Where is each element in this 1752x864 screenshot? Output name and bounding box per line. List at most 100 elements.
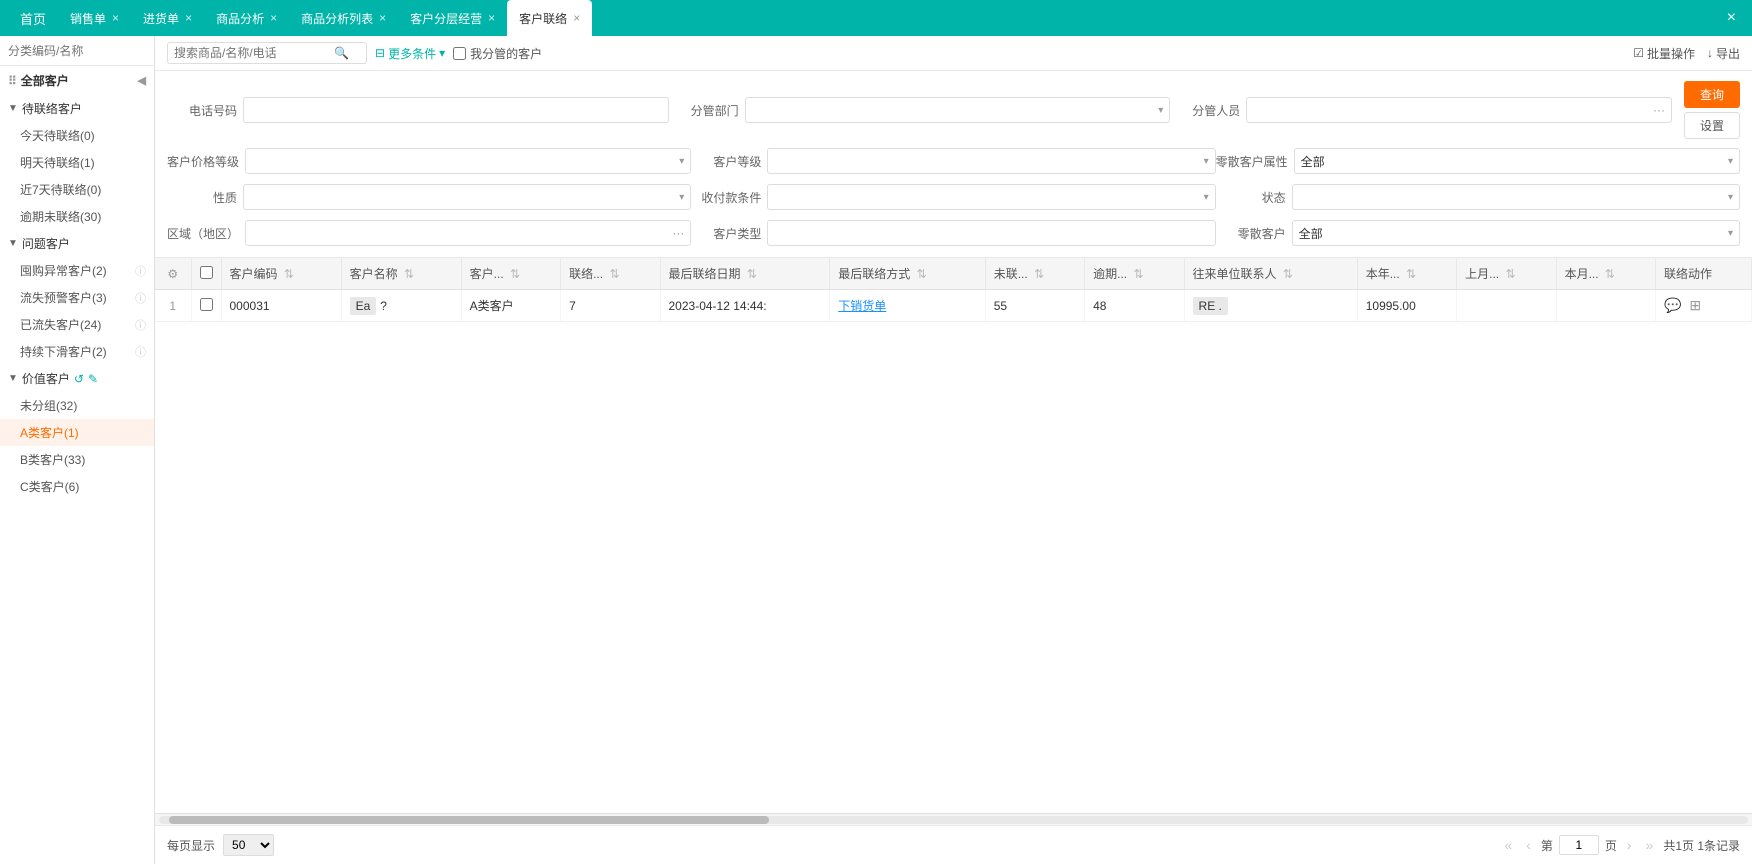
th-overdue[interactable]: 逾期... ⇅ — [1085, 258, 1184, 290]
th-name[interactable]: 客户名称 ⇅ — [341, 258, 461, 290]
search-submit-icon[interactable]: 🔍 — [334, 46, 349, 60]
nav-purchase[interactable]: 进货单 × — [131, 0, 204, 36]
sidebar-item-tomorrow-contact[interactable]: 明天待联络(1) — [0, 149, 154, 176]
last-page-button[interactable]: » — [1642, 835, 1658, 855]
sidebar-item-hoard-abnormal[interactable]: 囤购异常客户(2) ⓘ — [0, 257, 154, 284]
chat-icon[interactable]: 💬 — [1664, 297, 1681, 314]
row-this-month — [1556, 290, 1655, 322]
filter-actions: 查询 设置 — [1684, 81, 1740, 139]
top-nav: 首页 销售单 × 进货单 × 商品分析 × 商品分析列表 × 客户分层经营 × … — [0, 0, 1752, 36]
nature-select[interactable]: ▾ — [243, 184, 691, 210]
payment-select[interactable]: ▾ — [767, 184, 1215, 210]
settings-button[interactable]: 设置 — [1684, 112, 1740, 139]
per-page-select[interactable]: 50 100 200 — [223, 834, 274, 856]
page-number-input[interactable] — [1559, 835, 1599, 855]
nav-customer-tier[interactable]: 客户分层经营 × — [398, 0, 507, 36]
more-filter-button[interactable]: ⊟ 更多条件 ▾ — [375, 45, 445, 62]
horizontal-scrollbar[interactable] — [155, 813, 1752, 825]
customer-level-select[interactable]: ▾ — [767, 148, 1215, 174]
nav-goods-analysis[interactable]: 商品分析 × — [204, 0, 289, 36]
sidebar-item-overdue-contact[interactable]: 逾期未联络(30) — [0, 203, 154, 230]
field-customer-type: 客户类型 — [691, 219, 1215, 247]
prev-page-button[interactable]: ‹ — [1522, 835, 1535, 855]
select-all-checkbox[interactable] — [200, 266, 213, 279]
refresh-icon[interactable]: ↺ — [74, 372, 84, 386]
qr-icon[interactable]: ⊞ — [1689, 297, 1701, 314]
sidebar-search-input[interactable] — [8, 44, 155, 58]
field-scatter: 零散客户 全部 ▾ — [1216, 219, 1740, 247]
my-customer-checkbox[interactable] — [453, 47, 466, 60]
scatter-attr-select[interactable]: 全部 ▾ — [1294, 148, 1740, 174]
row-code: 000031 — [221, 290, 341, 322]
th-code[interactable]: 客户编码 ⇅ — [221, 258, 341, 290]
scrollbar-thumb[interactable] — [169, 816, 769, 824]
th-this-month[interactable]: 本月... ⇅ — [1556, 258, 1655, 290]
my-customer-checkbox-area: 我分管的客户 — [453, 45, 542, 62]
th-no-days[interactable]: 未联... ⇅ — [985, 258, 1084, 290]
field-status: 状态 ▾ — [1216, 183, 1740, 211]
first-page-button[interactable]: « — [1500, 835, 1516, 855]
nav-sales[interactable]: 销售单 × — [58, 0, 131, 36]
close-sales-tab[interactable]: × — [112, 11, 119, 25]
sidebar-item-class-b[interactable]: B类客户(33) — [0, 446, 154, 473]
all-customers-header[interactable]: ⠿ 全部客户 ◀ — [0, 66, 154, 95]
row-name: Ea? — [341, 290, 461, 322]
sidebar-item-churn-warning[interactable]: 流失预警客户(3) ⓘ — [0, 284, 154, 311]
close-purchase-tab[interactable]: × — [185, 11, 192, 25]
nav-home[interactable]: 首页 — [8, 0, 58, 36]
field-phone: 电话号码 — [167, 96, 669, 124]
table-row: 1 000031 Ea? A类客户 7 2023-04-12 14:44: — [155, 290, 1752, 322]
sidebar-item-class-a[interactable]: A类客户(1) — [0, 419, 154, 446]
batch-op-button[interactable]: ☑ 批量操作 — [1633, 45, 1695, 62]
sidebar-item-declining[interactable]: 持续下滑客户(2) ⓘ — [0, 338, 154, 365]
sidebar-item-today-contact[interactable]: 今天待联络(0) — [0, 122, 154, 149]
th-this-year[interactable]: 本年... ⇅ — [1357, 258, 1456, 290]
sidebar-item-7days-contact[interactable]: 近7天待联络(0) — [0, 176, 154, 203]
customer-type-input[interactable] — [767, 220, 1215, 246]
sidebar-search-area: 🔍 — [0, 36, 154, 66]
close-goods-list-tab[interactable]: × — [379, 11, 386, 25]
sidebar-item-churned[interactable]: 已流失客户(24) ⓘ — [0, 311, 154, 338]
th-contact-person[interactable]: 往来单位联系人 ⇅ — [1184, 258, 1357, 290]
phone-input[interactable] — [243, 97, 669, 123]
last-method-link[interactable]: 下销货单 — [838, 299, 886, 313]
group-problem-customers[interactable]: ▼ 问题客户 — [0, 230, 154, 257]
row-checkbox[interactable] — [200, 298, 213, 311]
filter-panel: 电话号码 分管部门 ▾ 分管人员 — [155, 71, 1752, 258]
sidebar-item-class-c[interactable]: C类客户(6) — [0, 473, 154, 500]
filter-arrow-icon: ▾ — [439, 46, 445, 60]
th-last-month[interactable]: 上月... ⇅ — [1457, 258, 1556, 290]
th-gear[interactable]: ⚙ — [155, 258, 191, 290]
field-manager: 分管人员 ··· — [1170, 96, 1672, 124]
manager-select[interactable]: ··· — [1246, 97, 1672, 123]
close-goods-tab[interactable]: × — [270, 11, 277, 25]
th-last-method[interactable]: 最后联络方式 ⇅ — [830, 258, 985, 290]
close-customer-tier-tab[interactable]: × — [488, 11, 495, 25]
nav-goods-list[interactable]: 商品分析列表 × — [289, 0, 398, 36]
window-close-button[interactable]: × — [1719, 9, 1744, 27]
status-select[interactable]: ▾ — [1292, 184, 1740, 210]
th-contact[interactable]: 联络... ⇅ — [561, 258, 660, 290]
export-icon: ↓ — [1707, 46, 1713, 60]
price-level-select[interactable]: ▾ — [245, 148, 691, 174]
nav-customer-contact[interactable]: 客户联络 × — [507, 0, 592, 36]
footer-right: « ‹ 第 页 › » 共1页 1条记录 — [1500, 835, 1740, 855]
close-customer-contact-tab[interactable]: × — [573, 11, 580, 25]
th-level[interactable]: 客户... ⇅ — [461, 258, 560, 290]
group-value-customers[interactable]: ▼ 价值客户 ↺ ✎ — [0, 365, 154, 392]
region-select[interactable]: ··· — [245, 220, 691, 246]
next-page-button[interactable]: › — [1623, 835, 1636, 855]
filter-row-3: 性质 ▾ 收付款条件 ▾ 状态 — [167, 183, 1740, 211]
scatter-select[interactable]: 全部 ▾ — [1292, 220, 1740, 246]
sidebar-item-unclassified[interactable]: 未分组(32) — [0, 392, 154, 419]
th-last-date[interactable]: 最后联络日期 ⇅ — [660, 258, 830, 290]
edit-icon[interactable]: ✎ — [88, 372, 98, 386]
row-overdue: 48 — [1085, 290, 1184, 322]
group-waiting-contact[interactable]: ▼ 待联络客户 — [0, 95, 154, 122]
dept-select[interactable]: ▾ — [745, 97, 1171, 123]
page-label-pre: 第 — [1541, 837, 1553, 854]
search-input[interactable] — [174, 46, 334, 60]
export-button[interactable]: ↓ 导出 — [1707, 45, 1740, 62]
table-footer: 每页显示 50 100 200 « ‹ 第 页 › » 共1页 1条记录 — [155, 825, 1752, 864]
query-button[interactable]: 查询 — [1684, 81, 1740, 108]
